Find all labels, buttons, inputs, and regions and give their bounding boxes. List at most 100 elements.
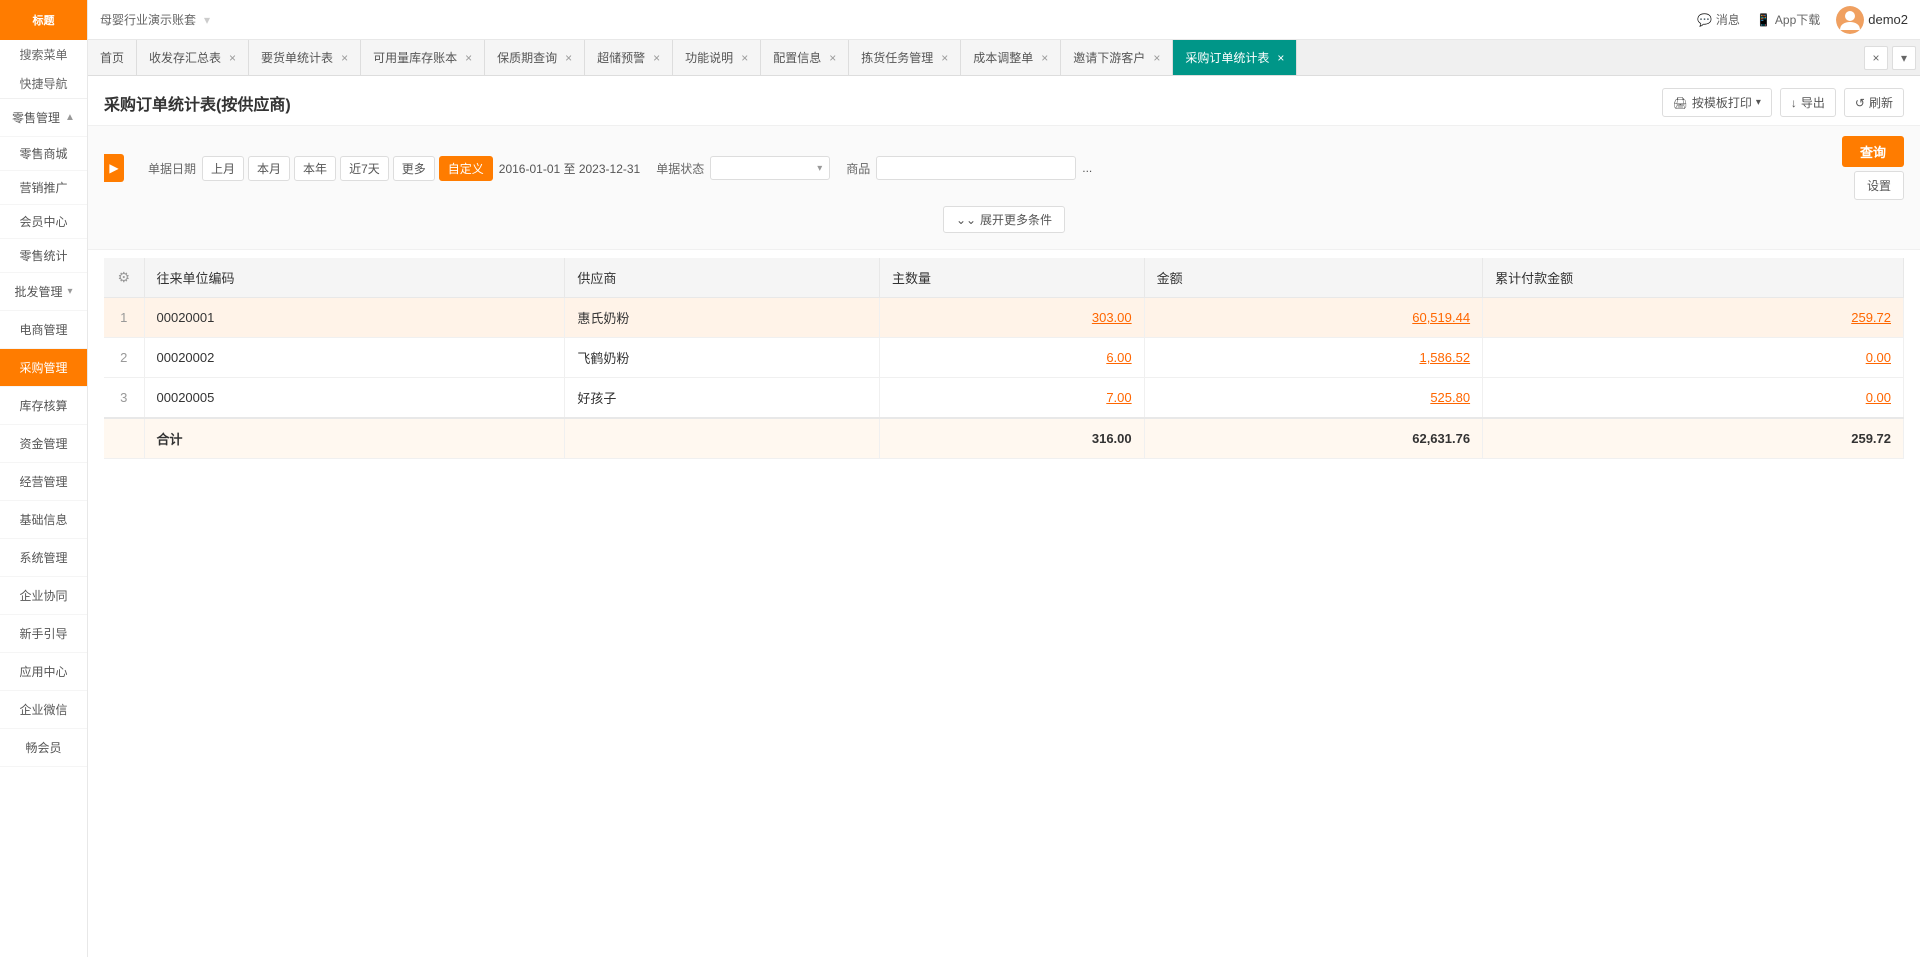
cell-amount: 1,586.52 xyxy=(1144,338,1482,378)
col-header-code: 往来单位编码 xyxy=(144,258,565,298)
query-button[interactable]: 查询 xyxy=(1842,136,1904,167)
tab-pick-task[interactable]: 拣货任务管理 × xyxy=(849,40,961,76)
sidebar-item-inventory[interactable]: 库存核算 xyxy=(0,387,87,425)
tab-available-inventory-close[interactable]: × xyxy=(465,51,472,65)
sidebar-item-purchase[interactable]: 采购管理 xyxy=(0,349,87,387)
date-btn-last-month[interactable]: 上月 xyxy=(202,156,244,181)
tab-config-info[interactable]: 配置信息 × xyxy=(761,40,849,76)
tab-overstock-close[interactable]: × xyxy=(653,51,660,65)
sidebar-item-ecommerce[interactable]: 电商管理 xyxy=(0,311,87,349)
table-row[interactable]: 2 00020002 飞鹤奶粉 6.00 1,586.52 0.00 xyxy=(104,338,1904,378)
refresh-button[interactable]: ↺ 刷新 xyxy=(1844,88,1904,117)
sidebar: 标题 搜索菜单 快捷导航 零售管理 ▲ 零售商城 营销推广 会员中心 零售统计 … xyxy=(0,0,88,957)
tab-overstock[interactable]: 超储预警 × xyxy=(585,40,673,76)
sidebar-retail-label: 零售管理 xyxy=(12,109,60,126)
sidebar-item-system[interactable]: 系统管理 xyxy=(0,539,87,577)
tab-purchase-stat-close[interactable]: × xyxy=(1277,51,1284,65)
tab-receive-send[interactable]: 收发存汇总表 × xyxy=(137,40,249,76)
sidebar-corpwechat-label: 企业微信 xyxy=(19,701,67,718)
tab-home[interactable]: 首页 xyxy=(88,40,137,76)
message-button[interactable]: 💬 消息 xyxy=(1697,11,1740,28)
goods-more-btn[interactable]: ... xyxy=(1082,161,1092,175)
refresh-label: 刷新 xyxy=(1869,94,1893,111)
sidebar-item-newguide[interactable]: 新手引导 xyxy=(0,615,87,653)
tab-config-info-close[interactable]: × xyxy=(829,51,836,65)
tab-function-desc-close[interactable]: × xyxy=(741,51,748,65)
tab-bar-actions: × ▾ xyxy=(1864,46,1920,70)
sidebar-item-operation[interactable]: 经营管理 xyxy=(0,463,87,501)
date-btn-more[interactable]: 更多 xyxy=(393,156,435,181)
sidebar-item-finance[interactable]: 资金管理 xyxy=(0,425,87,463)
tab-purchase-stat[interactable]: 采购订单统计表 × xyxy=(1173,40,1297,76)
print-button[interactable]: 🖨 按模板打印 ▾ xyxy=(1662,88,1772,117)
col-header-supplier: 供应商 xyxy=(565,258,880,298)
user-profile[interactable]: demo2 xyxy=(1836,6,1908,34)
goods-label: 商品 xyxy=(846,160,870,177)
cell-code: 00020005 xyxy=(144,378,565,419)
filter-status-item: 单据状态 xyxy=(656,156,830,180)
status-select[interactable] xyxy=(710,156,830,180)
tab-pick-task-close[interactable]: × xyxy=(941,51,948,65)
tab-expiry-query[interactable]: 保质期查询 × xyxy=(485,40,585,76)
cell-qty: 303.00 xyxy=(880,298,1145,338)
tab-cost-adjust-close[interactable]: × xyxy=(1041,51,1048,65)
sidebar-item-member[interactable]: 会员中心 xyxy=(0,205,87,239)
page-header: 采购订单统计表(按供应商) 🖨 按模板打印 ▾ ↓ 导出 ↺ 刷新 xyxy=(88,76,1920,126)
message-icon: 💬 xyxy=(1697,13,1712,27)
more-icon: ... xyxy=(1082,161,1092,175)
table-header-row: ⚙ 往来单位编码 供应商 主数量 金额 累计付款金额 xyxy=(104,258,1904,298)
tab-function-desc[interactable]: 功能说明 × xyxy=(673,40,761,76)
cell-amount: 525.80 xyxy=(1144,378,1482,419)
cell-index: 2 xyxy=(104,338,144,378)
tab-invite-downstream[interactable]: 邀请下游客户 × xyxy=(1061,40,1173,76)
export-button[interactable]: ↓ 导出 xyxy=(1780,88,1836,117)
sidebar-retailstat-label: 零售统计 xyxy=(19,247,67,264)
user-name: demo2 xyxy=(1868,12,1908,27)
sidebar-finance-label: 资金管理 xyxy=(19,435,67,452)
sidebar-item-quicknav[interactable]: 快捷导航 xyxy=(0,69,87,99)
table-row[interactable]: 1 00020001 惠氏奶粉 303.00 60,519.44 259.72 xyxy=(104,298,1904,338)
sidebar-appcenter-label: 应用中心 xyxy=(19,663,67,680)
date-btn-this-year[interactable]: 本年 xyxy=(294,156,336,181)
tab-receive-send-close[interactable]: × xyxy=(229,51,236,65)
tab-expiry-query-close[interactable]: × xyxy=(565,51,572,65)
sidebar-item-retail[interactable]: 零售管理 ▲ xyxy=(0,99,87,137)
sidebar-enterprise-label: 企业协同 xyxy=(19,587,67,604)
date-btn-7days[interactable]: 近7天 xyxy=(340,156,389,181)
settings-button[interactable]: 设置 xyxy=(1854,171,1904,200)
date-btn-custom[interactable]: 自定义 xyxy=(439,156,493,181)
tab-goods-stat[interactable]: 要货单统计表 × xyxy=(249,40,361,76)
tab-available-inventory[interactable]: 可用量库存账本 × xyxy=(361,40,485,76)
sidebar-item-search[interactable]: 搜索菜单 xyxy=(0,40,87,69)
sidebar-ecommerce-label: 电商管理 xyxy=(19,321,67,338)
message-label: 消息 xyxy=(1716,11,1740,28)
sidebar-item-corpwechat[interactable]: 企业微信 xyxy=(0,691,87,729)
filter-toggle-btn[interactable]: ▶ xyxy=(104,154,124,182)
sidebar-item-basic[interactable]: 基础信息 xyxy=(0,501,87,539)
filter-goods-item: 商品 ... xyxy=(846,156,1092,180)
sidebar-item-retail-stat[interactable]: 零售统计 xyxy=(0,239,87,273)
user-avatar xyxy=(1836,6,1864,34)
col-header-gear[interactable]: ⚙ xyxy=(104,258,144,298)
goods-input[interactable] xyxy=(876,156,1076,180)
tab-close-all-button[interactable]: × xyxy=(1864,46,1888,70)
sidebar-member-label: 会员中心 xyxy=(19,213,67,230)
date-btn-this-month[interactable]: 本月 xyxy=(248,156,290,181)
sidebar-item-vip[interactable]: 畅会员 xyxy=(0,729,87,767)
sidebar-item-appcenter[interactable]: 应用中心 xyxy=(0,653,87,691)
sidebar-item-retail-shop[interactable]: 零售商城 xyxy=(0,137,87,171)
tab-cost-adjust[interactable]: 成本调整单 × xyxy=(961,40,1061,76)
app-download-button[interactable]: 📱 App下载 xyxy=(1756,11,1820,28)
tab-menu-button[interactable]: ▾ xyxy=(1892,46,1916,70)
breadcrumb-arrow-icon[interactable]: ▾ xyxy=(204,13,210,27)
sidebar-item-wholesale[interactable]: 批发管理 ▾ xyxy=(0,273,87,311)
tab-goods-stat-close[interactable]: × xyxy=(341,51,348,65)
sidebar-item-enterprise[interactable]: 企业协同 xyxy=(0,577,87,615)
sidebar-item-marketing[interactable]: 营销推广 xyxy=(0,171,87,205)
table-row[interactable]: 3 00020005 好孩子 7.00 525.80 0.00 xyxy=(104,378,1904,419)
tab-invite-downstream-close[interactable]: × xyxy=(1153,51,1160,65)
column-settings-icon[interactable]: ⚙ xyxy=(117,269,130,285)
expand-conditions-button[interactable]: ⌄⌄ 展开更多条件 xyxy=(943,206,1065,233)
sidebar-purchase-label: 采购管理 xyxy=(19,359,67,376)
data-table: ⚙ 往来单位编码 供应商 主数量 金额 累计付款金额 1 00020001 惠氏… xyxy=(104,258,1904,459)
